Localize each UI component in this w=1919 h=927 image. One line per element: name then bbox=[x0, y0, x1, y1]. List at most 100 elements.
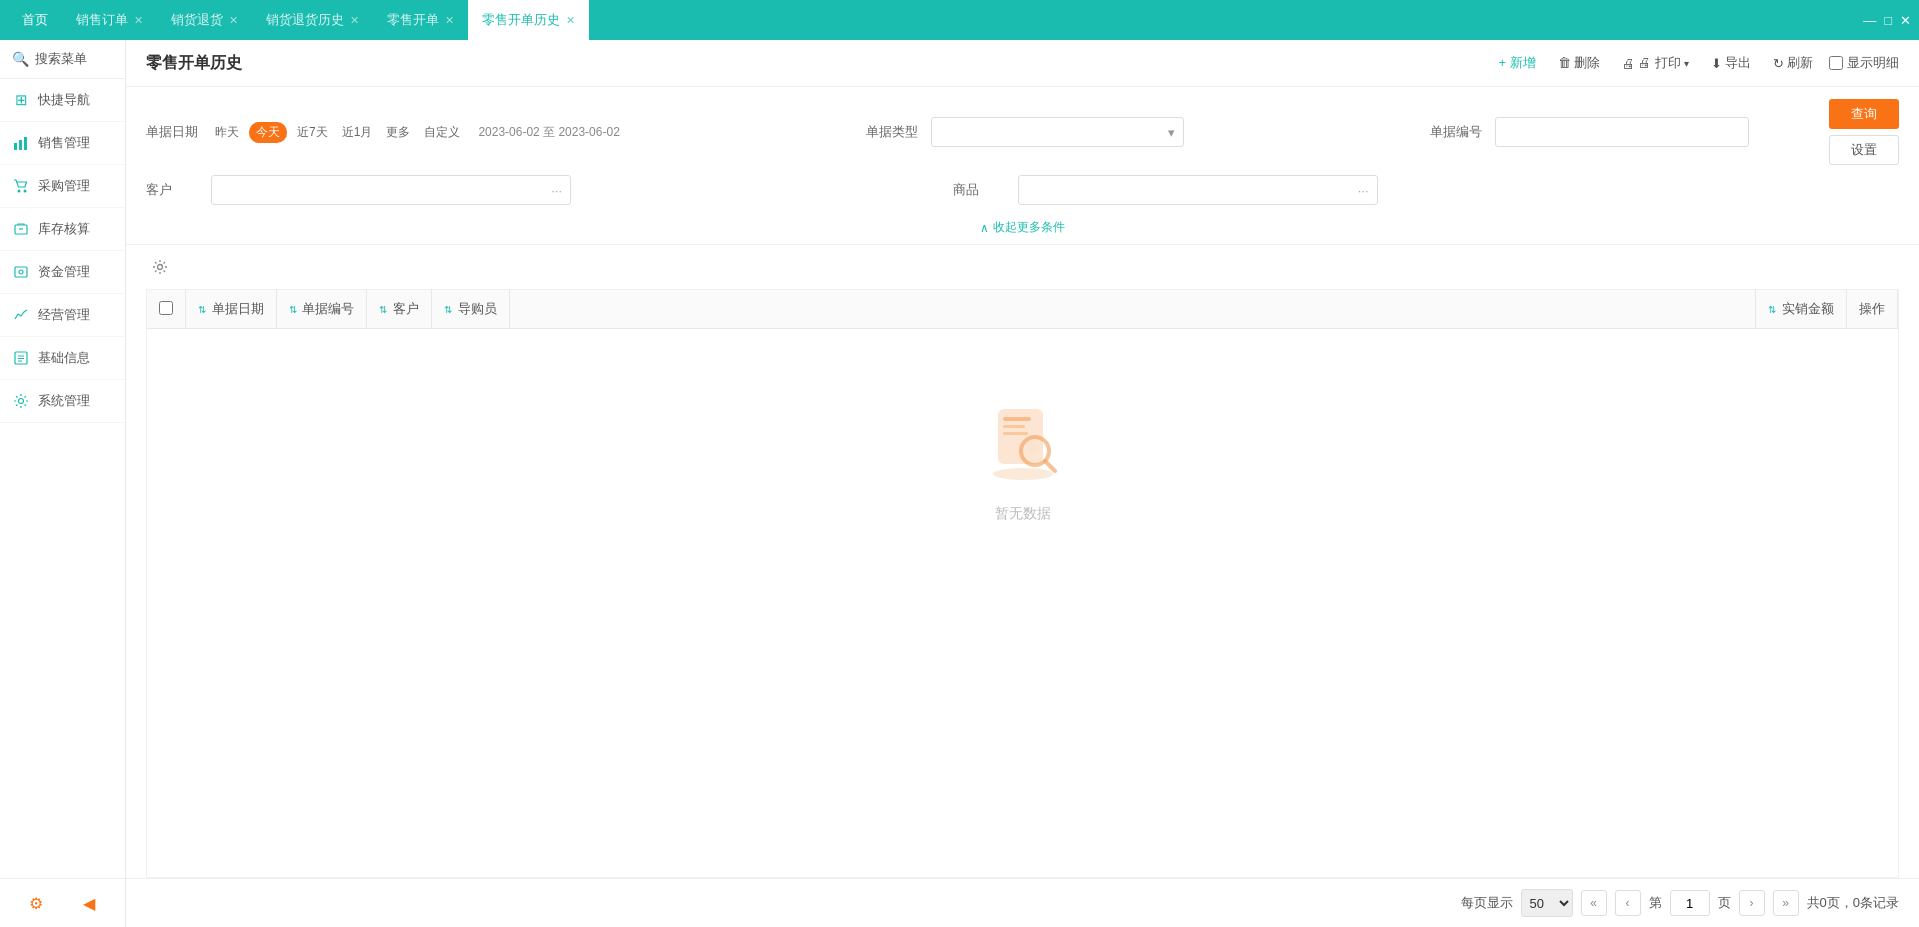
sidebar-collapse-btn[interactable]: ◀ bbox=[75, 889, 103, 917]
goods-filter-label: 商品 bbox=[953, 181, 1018, 199]
collapse-icon: ∧ bbox=[980, 221, 989, 235]
first-page-btn[interactable]: « bbox=[1581, 890, 1607, 916]
date-btn-yesterday[interactable]: 昨天 bbox=[211, 122, 243, 143]
pagination-bar: 每页显示 20 50 100 « ‹ 第 页 › » 共0页，0条记录 bbox=[126, 878, 1919, 927]
col-code[interactable]: ⇅ 单据编号 bbox=[276, 290, 367, 329]
prev-page-btn[interactable]: ‹ bbox=[1615, 890, 1641, 916]
total-info: 共0页，0条记录 bbox=[1807, 894, 1899, 912]
svg-point-4 bbox=[24, 190, 27, 193]
delete-btn[interactable]: 🗑 删除 bbox=[1552, 50, 1607, 76]
add-btn[interactable]: + 新增 bbox=[1493, 50, 1542, 76]
minimize-btn[interactable]: — bbox=[1863, 13, 1876, 28]
purchase-mgmt-icon bbox=[12, 177, 30, 195]
table-settings-icon[interactable] bbox=[146, 253, 174, 281]
svg-rect-6 bbox=[15, 267, 27, 277]
type-filter-select[interactable]: ▾ bbox=[931, 117, 1185, 147]
tab-home[interactable]: 首页 bbox=[8, 0, 62, 40]
select-all-checkbox[interactable] bbox=[159, 301, 173, 315]
tab-sales-order-close[interactable]: ✕ bbox=[134, 14, 143, 27]
tab-retail-open-label: 零售开单 bbox=[387, 11, 439, 29]
refresh-btn[interactable]: ↻ 刷新 bbox=[1767, 50, 1819, 76]
customer-dots[interactable]: ··· bbox=[551, 183, 562, 198]
show-detail-checkbox[interactable] bbox=[1829, 56, 1843, 70]
svg-rect-1 bbox=[19, 140, 22, 150]
date-btn-custom[interactable]: 自定义 bbox=[420, 122, 464, 143]
svg-rect-14 bbox=[1003, 425, 1025, 428]
col-customer-label: 客户 bbox=[393, 301, 419, 316]
date-btn-1month[interactable]: 近1月 bbox=[338, 122, 377, 143]
goods-dots[interactable]: ··· bbox=[1358, 183, 1369, 198]
sidebar-item-label: 经营管理 bbox=[38, 306, 90, 324]
finance-icon bbox=[12, 263, 30, 281]
last-page-btn[interactable]: » bbox=[1773, 890, 1799, 916]
tab-retail-open-close[interactable]: ✕ bbox=[445, 14, 454, 27]
date-btn-more[interactable]: 更多 bbox=[382, 122, 414, 143]
content-area: 零售开单历史 + 新增 🗑 删除 🖨 🖨 打印 ▾ ⬇ 导出 ↻ 刷新 bbox=[126, 40, 1919, 927]
date-range-text: 2023-06-02 至 2023-06-02 bbox=[478, 124, 619, 141]
sidebar-item-sales-mgmt[interactable]: 销售管理 bbox=[0, 122, 125, 165]
table-toolbar bbox=[146, 245, 1899, 289]
col-date[interactable]: ⇅ 单据日期 bbox=[186, 290, 277, 329]
customer-filter-select[interactable]: ··· bbox=[211, 175, 571, 205]
code-filter-input[interactable] bbox=[1495, 117, 1749, 147]
col-checkbox bbox=[147, 290, 186, 329]
sort-date-icon: ⇅ bbox=[198, 304, 206, 315]
date-btn-today[interactable]: 今天 bbox=[249, 122, 287, 143]
filter-row-customer: 客户 ··· 商品 ··· bbox=[146, 175, 1899, 205]
close-btn[interactable]: ✕ bbox=[1900, 13, 1911, 28]
sidebar-item-purchase-mgmt[interactable]: 采购管理 bbox=[0, 165, 125, 208]
sidebar-item-system[interactable]: 系统管理 bbox=[0, 380, 125, 423]
maximize-btn[interactable]: □ bbox=[1884, 13, 1892, 28]
export-icon: ⬇ bbox=[1711, 56, 1722, 71]
tab-sales-order-label: 销售订单 bbox=[76, 11, 128, 29]
print-icon: 🖨 bbox=[1622, 56, 1635, 71]
tab-sales-order[interactable]: 销售订单 ✕ bbox=[62, 0, 157, 40]
tab-sales-return-history[interactable]: 销货退货历史 ✕ bbox=[252, 0, 373, 40]
svg-point-9 bbox=[19, 399, 24, 404]
collapse-btn[interactable]: ∧ 收起更多条件 bbox=[980, 215, 1065, 236]
sidebar-search-label: 搜索菜单 bbox=[35, 50, 87, 68]
page-input[interactable] bbox=[1670, 890, 1710, 916]
col-guide[interactable]: ⇅ 导购员 bbox=[431, 290, 509, 329]
tab-sales-return[interactable]: 销货退货 ✕ bbox=[157, 0, 252, 40]
print-btn[interactable]: 🖨 🖨 打印 ▾ bbox=[1616, 50, 1695, 76]
export-btn[interactable]: ⬇ 导出 bbox=[1705, 50, 1757, 76]
sidebar-item-finance[interactable]: 资金管理 bbox=[0, 251, 125, 294]
query-btn[interactable]: 查询 bbox=[1829, 99, 1899, 129]
goods-filter-select[interactable]: ··· bbox=[1018, 175, 1378, 205]
tab-sales-return-close[interactable]: ✕ bbox=[229, 14, 238, 27]
page-title: 零售开单历史 bbox=[146, 53, 242, 74]
next-page-icon: › bbox=[1750, 896, 1754, 910]
print-label: 🖨 打印 bbox=[1638, 54, 1681, 72]
tab-sales-return-history-label: 销货退货历史 bbox=[266, 11, 344, 29]
svg-rect-15 bbox=[1003, 432, 1028, 435]
data-table: ⇅ 单据日期 ⇅ 单据编号 ⇅ 客户 bbox=[147, 290, 1898, 329]
col-amount[interactable]: ⇅ 实销金额 bbox=[1756, 290, 1847, 329]
svg-point-10 bbox=[158, 265, 163, 270]
col-customer[interactable]: ⇅ 客户 bbox=[367, 290, 432, 329]
sidebar: 🔍 搜索菜单 ⊞ 快捷导航 销售管理 采购管理 库存核算 bbox=[0, 40, 126, 927]
sidebar-item-operation[interactable]: 经营管理 bbox=[0, 294, 125, 337]
prev-page-icon: ‹ bbox=[1626, 896, 1630, 910]
sidebar-item-inventory[interactable]: 库存核算 bbox=[0, 208, 125, 251]
tab-retail-open-history-close[interactable]: ✕ bbox=[566, 14, 575, 27]
sort-guide-icon: ⇅ bbox=[444, 304, 452, 315]
filter-settings-btn[interactable]: 设置 bbox=[1829, 135, 1899, 165]
system-icon bbox=[12, 392, 30, 410]
sidebar-item-basic-info[interactable]: 基础信息 bbox=[0, 337, 125, 380]
empty-icon bbox=[973, 389, 1073, 489]
date-btn-7days[interactable]: 近7天 bbox=[293, 122, 332, 143]
sidebar-settings-btn[interactable]: ⚙ bbox=[22, 889, 50, 917]
tab-retail-open-history[interactable]: 零售开单历史 ✕ bbox=[468, 0, 589, 40]
collapse-row: ∧ 收起更多条件 bbox=[146, 215, 1899, 236]
tab-sales-return-history-close[interactable]: ✕ bbox=[350, 14, 359, 27]
next-page-btn[interactable]: › bbox=[1739, 890, 1765, 916]
page-size-select[interactable]: 20 50 100 bbox=[1521, 889, 1573, 917]
table-wrap: ⇅ 单据日期 ⇅ 单据编号 ⇅ 客户 bbox=[146, 289, 1899, 878]
show-detail-text: 显示明细 bbox=[1847, 54, 1899, 72]
tab-retail-open[interactable]: 零售开单 ✕ bbox=[373, 0, 468, 40]
sidebar-search[interactable]: 🔍 搜索菜单 bbox=[0, 40, 125, 79]
sidebar-item-quick-nav[interactable]: ⊞ 快捷导航 bbox=[0, 79, 125, 122]
main-layout: 🔍 搜索菜单 ⊞ 快捷导航 销售管理 采购管理 库存核算 bbox=[0, 40, 1919, 927]
collapse-label: 收起更多条件 bbox=[993, 219, 1065, 236]
